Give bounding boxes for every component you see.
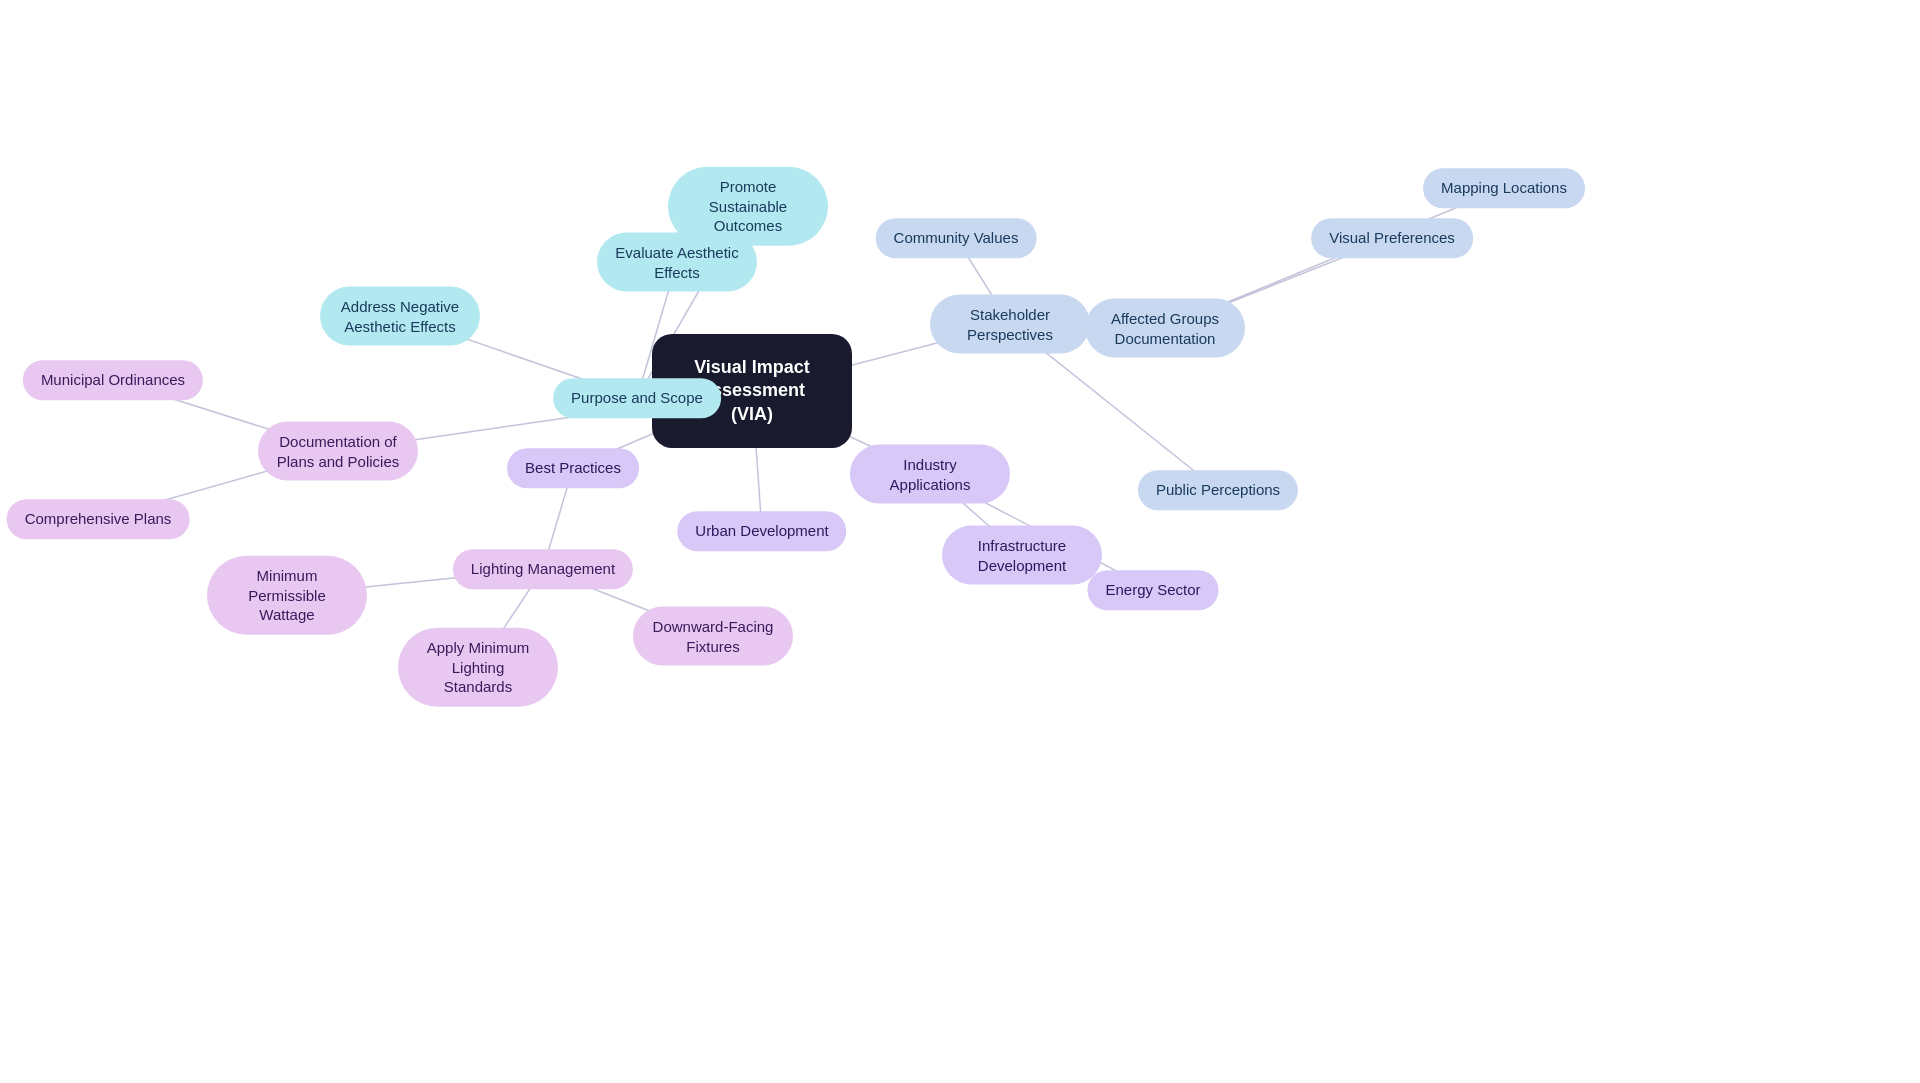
node-community[interactable]: Community Values [876,218,1037,258]
node-applymin[interactable]: Apply Minimum Lighting Standards [398,628,558,707]
node-promote[interactable]: Promote Sustainable Outcomes [668,167,828,246]
node-purpose[interactable]: Purpose and Scope [553,378,721,418]
node-municipal[interactable]: Municipal Ordinances [23,360,203,400]
node-minwatt[interactable]: Minimum Permissible Wattage [207,556,367,635]
node-affected[interactable]: Affected Groups Documentation [1085,299,1245,358]
node-energy[interactable]: Energy Sector [1087,570,1218,610]
node-stakeholder[interactable]: Stakeholder Perspectives [930,295,1090,354]
mind-map: Visual Impact Assessment (VIA)Evaluate A… [0,0,1920,1083]
node-industry[interactable]: Industry Applications [850,445,1010,504]
node-infra[interactable]: Infrastructure Development [942,526,1102,585]
node-visual-prefs[interactable]: Visual Preferences [1311,218,1473,258]
node-docplans[interactable]: Documentation of Plans and Policies [258,422,418,481]
node-downward[interactable]: Downward-Facing Fixtures [633,607,793,666]
node-public[interactable]: Public Perceptions [1138,470,1298,510]
node-best[interactable]: Best Practices [507,448,639,488]
node-urban[interactable]: Urban Development [677,511,846,551]
node-comprehensive[interactable]: Comprehensive Plans [7,499,190,539]
node-lighting[interactable]: Lighting Management [453,549,633,589]
node-mapping[interactable]: Mapping Locations [1423,168,1585,208]
node-address[interactable]: Address Negative Aesthetic Effects [320,287,480,346]
